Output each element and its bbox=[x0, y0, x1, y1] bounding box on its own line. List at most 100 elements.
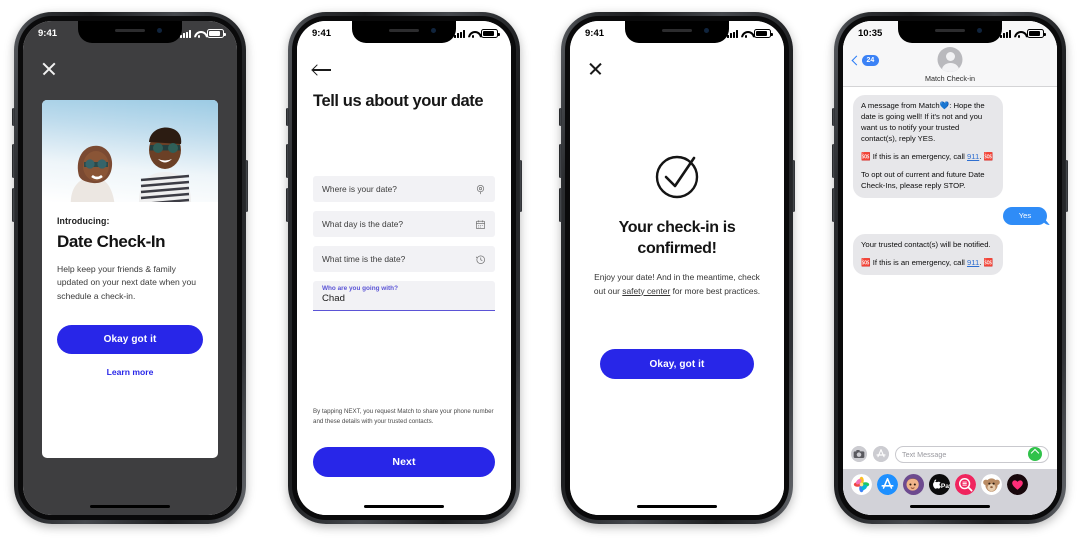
field-what-day-is-the-date[interactable]: What day is the date? bbox=[313, 211, 495, 237]
phone-screen-1: 9:41 Introducing: Date Check-In Help kee… bbox=[23, 21, 237, 515]
app-store-icon[interactable] bbox=[873, 446, 889, 462]
battery-icon bbox=[481, 29, 500, 38]
okay-got-it-button[interactable]: Okay, got it bbox=[600, 349, 754, 379]
sos-icon: 🆘 bbox=[861, 258, 871, 268]
field-label: Where is your date? bbox=[322, 184, 397, 194]
back-arrow-icon[interactable] bbox=[313, 63, 331, 76]
phone-device-2: 9:41 Tell us about your date Where is yo… bbox=[286, 12, 522, 524]
message-paragraph: A message from Match💙: Hope the date is … bbox=[861, 101, 985, 143]
phone-link-911[interactable]: 911 bbox=[967, 152, 979, 161]
wifi-icon bbox=[741, 30, 751, 38]
safety-center-link[interactable]: safety center bbox=[622, 286, 670, 296]
cta-container: Next bbox=[313, 447, 495, 477]
conversation-title: Match Check-in bbox=[925, 74, 975, 83]
volume-up-button[interactable] bbox=[12, 144, 15, 178]
field-what-time-is-the-date[interactable]: What time is the date? bbox=[313, 246, 495, 272]
learn-more-link[interactable]: Learn more bbox=[57, 367, 203, 377]
back-button[interactable]: 24 bbox=[851, 55, 879, 67]
sos-icon: 🆘 bbox=[983, 151, 994, 161]
power-button[interactable] bbox=[1065, 160, 1068, 212]
phone-screen-3: 9:41 Your check-in is confirmed! Enjoy y… bbox=[570, 21, 784, 515]
volume-down-button[interactable] bbox=[286, 188, 289, 222]
field-label: What time is the date? bbox=[322, 254, 406, 264]
earpiece-speaker bbox=[389, 29, 419, 32]
sos-icon: 🆘 bbox=[983, 258, 994, 268]
mute-switch[interactable] bbox=[832, 108, 835, 126]
person-left-silhouette bbox=[70, 145, 114, 202]
message-bubble-outgoing: Yes bbox=[1003, 206, 1047, 226]
field-who-are-you-going-with[interactable]: Who are you going with? Chad bbox=[313, 281, 495, 311]
message-bubble-incoming: Your trusted contact(s) will be notified… bbox=[853, 234, 1003, 276]
legal-disclaimer: By tapping NEXT, you request Match to sh… bbox=[313, 408, 494, 426]
status-time: 10:35 bbox=[858, 28, 883, 39]
images-search-icon[interactable] bbox=[955, 473, 976, 495]
wifi-icon bbox=[468, 30, 478, 38]
desc-post: for more best practices. bbox=[670, 285, 761, 296]
camera-icon[interactable] bbox=[851, 446, 867, 462]
clock-icon bbox=[475, 254, 485, 264]
volume-up-button[interactable] bbox=[832, 144, 835, 178]
send-arrow-icon[interactable] bbox=[1028, 447, 1042, 461]
notch bbox=[352, 21, 456, 43]
blue-heart-icon: 💙 bbox=[939, 101, 950, 110]
power-button[interactable] bbox=[792, 160, 795, 212]
volume-down-button[interactable] bbox=[559, 188, 562, 222]
battery-icon bbox=[1027, 29, 1046, 38]
front-camera bbox=[157, 28, 162, 33]
power-button[interactable] bbox=[519, 160, 522, 212]
message-thread[interactable]: A message from Match💙: Hope the date is … bbox=[843, 87, 1057, 439]
wifi-icon bbox=[1014, 30, 1024, 38]
card-body: Introducing: Date Check-In Help keep you… bbox=[42, 202, 218, 303]
cta-container: Okay, got it bbox=[600, 349, 754, 379]
mute-switch[interactable] bbox=[12, 108, 15, 126]
battery-icon bbox=[207, 29, 226, 38]
phone-link-911[interactable]: 911 bbox=[967, 258, 979, 267]
chevron-left-icon bbox=[851, 55, 862, 66]
home-indicator[interactable] bbox=[910, 504, 990, 508]
mute-switch[interactable] bbox=[286, 108, 289, 126]
battery-icon bbox=[754, 29, 773, 38]
phone-screen-4: 10:35 24 Match Check-in A message from M… bbox=[843, 21, 1057, 515]
notch bbox=[625, 21, 729, 43]
next-button[interactable]: Next bbox=[313, 447, 495, 477]
close-icon[interactable] bbox=[41, 61, 57, 77]
memoji-stickers-icon[interactable] bbox=[903, 473, 924, 495]
volume-down-button[interactable] bbox=[12, 188, 15, 222]
volume-down-button[interactable] bbox=[832, 188, 835, 222]
photos-app-icon[interactable] bbox=[851, 473, 872, 495]
cta-container: Okay got it Learn more bbox=[42, 324, 218, 377]
digital-touch-icon[interactable] bbox=[1007, 473, 1028, 495]
front-camera bbox=[977, 28, 982, 33]
phone-device-4: 10:35 24 Match Check-in A message from M… bbox=[832, 12, 1068, 524]
home-indicator[interactable] bbox=[90, 504, 170, 508]
status-time: 9:41 bbox=[38, 28, 58, 39]
home-indicator[interactable] bbox=[364, 504, 444, 508]
mute-switch[interactable] bbox=[559, 108, 562, 126]
page-title: Tell us about your date bbox=[313, 92, 484, 110]
confirmation-description: Enjoy your date! And in the meantime, ch… bbox=[590, 271, 764, 298]
earpiece-speaker bbox=[662, 29, 692, 32]
avatar[interactable] bbox=[937, 47, 963, 72]
earpiece-speaker bbox=[115, 29, 145, 32]
animoji-icon[interactable] bbox=[981, 473, 1002, 495]
okay-got-it-button[interactable]: Okay got it bbox=[57, 324, 203, 354]
field-value[interactable]: Chad bbox=[322, 293, 486, 304]
page-title: Your check-in is confirmed! bbox=[618, 219, 736, 257]
power-button[interactable] bbox=[245, 160, 248, 212]
app-store-app-icon[interactable] bbox=[877, 473, 898, 495]
field-where-is-your-date[interactable]: Where is your date? bbox=[313, 176, 495, 202]
volume-up-button[interactable] bbox=[286, 144, 289, 178]
status-time: 9:41 bbox=[585, 28, 605, 39]
eyebrow-text: Introducing: bbox=[57, 216, 110, 226]
close-icon[interactable] bbox=[588, 61, 603, 76]
imessage-screen: 10:35 24 Match Check-in A message from M… bbox=[843, 21, 1057, 515]
status-icons bbox=[454, 29, 500, 38]
message-paragraph: 🆘 If this is an emergency, call 911. 🆘 bbox=[861, 151, 994, 161]
search-input[interactable]: Text Message bbox=[895, 445, 1049, 463]
field-label: Who are you going with? bbox=[322, 285, 398, 292]
message-paragraph: To opt out of current and future Date Ch… bbox=[861, 169, 985, 190]
imessage-app-drawer[interactable]: Pay bbox=[843, 469, 1057, 499]
apple-pay-icon[interactable]: Pay bbox=[929, 473, 950, 495]
home-indicator[interactable] bbox=[637, 504, 717, 508]
volume-up-button[interactable] bbox=[559, 144, 562, 178]
